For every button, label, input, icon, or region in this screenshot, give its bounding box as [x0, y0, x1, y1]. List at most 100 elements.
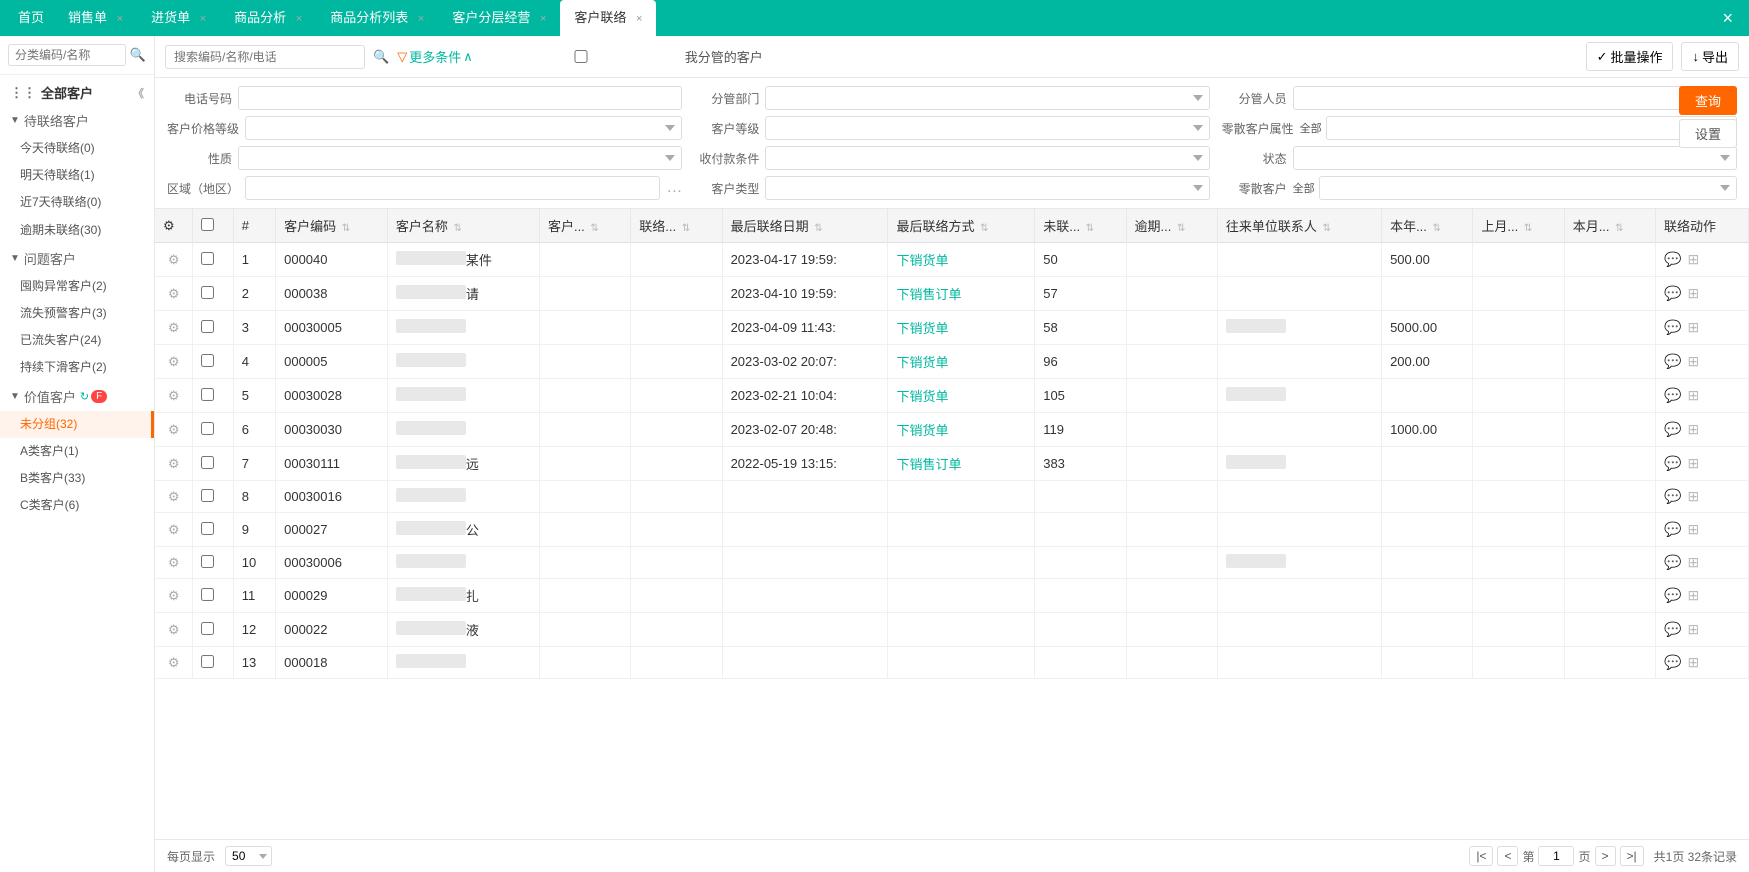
- row-settings[interactable]: ⚙: [155, 311, 193, 345]
- retail-attr-select[interactable]: [1326, 116, 1737, 140]
- message-icon[interactable]: 💬: [1664, 654, 1681, 671]
- row-checkbox[interactable]: [193, 647, 233, 679]
- row-settings[interactable]: ⚙: [155, 379, 193, 413]
- refresh-icon[interactable]: ↻: [80, 390, 89, 403]
- message-icon[interactable]: 💬: [1664, 521, 1681, 538]
- sidebar-item-class-a[interactable]: A类客户(1): [0, 438, 154, 465]
- row-select-checkbox[interactable]: [201, 588, 214, 601]
- prev-page-btn[interactable]: <: [1497, 846, 1518, 866]
- payment-select[interactable]: [765, 146, 1209, 170]
- tab-customer-contact[interactable]: 客户联络 ×: [560, 0, 656, 36]
- grid-action-icon[interactable]: ⊞: [1687, 353, 1699, 370]
- message-icon[interactable]: 💬: [1664, 285, 1681, 302]
- row-checkbox[interactable]: [193, 613, 233, 647]
- row-checkbox[interactable]: [193, 277, 233, 311]
- close-purchase-tab[interactable]: ×: [200, 13, 206, 25]
- row-settings[interactable]: ⚙: [155, 243, 193, 277]
- grid-action-icon[interactable]: ⊞: [1687, 319, 1699, 336]
- row-last-method[interactable]: [888, 579, 1035, 613]
- row-checkbox[interactable]: [193, 379, 233, 413]
- col-code[interactable]: 客户编码 ⇅: [276, 209, 388, 243]
- col-type[interactable]: 客户... ⇅: [539, 209, 630, 243]
- message-icon[interactable]: 💬: [1664, 319, 1681, 336]
- last-method-link[interactable]: 下销售订单: [896, 287, 961, 302]
- grid-action-icon[interactable]: ⊞: [1687, 421, 1699, 438]
- pending-section-title[interactable]: ▼ 待联络客户: [0, 106, 154, 135]
- row-last-method[interactable]: [888, 547, 1035, 579]
- last-method-link[interactable]: 下销售订单: [896, 457, 961, 472]
- sidebar-item-week-pending[interactable]: 近7天待联络(0): [0, 189, 154, 216]
- sidebar-item-abnormal[interactable]: 囤购异常客户(2): [0, 273, 154, 300]
- row-settings[interactable]: ⚙: [155, 413, 193, 447]
- grid-action-icon[interactable]: ⊞: [1687, 587, 1699, 604]
- customer-type-select[interactable]: [765, 176, 1209, 200]
- row-last-method[interactable]: 下销货单: [888, 413, 1035, 447]
- status-select[interactable]: [1293, 146, 1737, 170]
- phone-input[interactable]: [238, 86, 682, 110]
- grid-action-icon[interactable]: ⊞: [1687, 654, 1699, 671]
- price-grade-select[interactable]: [245, 116, 682, 140]
- row-settings[interactable]: ⚙: [155, 277, 193, 311]
- all-customers-group[interactable]: ⋮⋮ 全部客户 《: [0, 75, 154, 106]
- row-select-checkbox[interactable]: [201, 388, 214, 401]
- first-page-btn[interactable]: |<: [1469, 846, 1493, 866]
- my-customers-checkbox-label[interactable]: 我分管的客户: [481, 47, 763, 66]
- row-select-checkbox[interactable]: [201, 522, 214, 535]
- tab-customer-segment[interactable]: 客户分层经营 ×: [438, 0, 560, 36]
- row-checkbox[interactable]: [193, 579, 233, 613]
- col-name[interactable]: 客户名称 ⇅: [387, 209, 539, 243]
- sidebar-item-ungroup[interactable]: 未分组(32): [0, 411, 154, 438]
- row-checkbox[interactable]: [193, 345, 233, 379]
- col-last-method[interactable]: 最后联络方式 ⇅: [888, 209, 1035, 243]
- last-method-link[interactable]: 下销货单: [896, 253, 948, 268]
- row-checkbox[interactable]: [193, 243, 233, 277]
- last-page-btn[interactable]: >|: [1620, 846, 1644, 866]
- tab-sales[interactable]: 销售单 ×: [54, 0, 137, 36]
- col-this-year[interactable]: 本年... ⇅: [1382, 209, 1473, 243]
- col-unit-contact[interactable]: 往来单位联系人 ⇅: [1217, 209, 1381, 243]
- area-input[interactable]: [245, 176, 660, 200]
- more-conditions-btn[interactable]: ▽ 更多条件 ∧: [397, 47, 473, 66]
- row-settings[interactable]: ⚙: [155, 513, 193, 547]
- grid-action-icon[interactable]: ⊞: [1687, 521, 1699, 538]
- grid-action-icon[interactable]: ⊞: [1687, 621, 1699, 638]
- row-checkbox[interactable]: [193, 447, 233, 481]
- tab-analysis-list[interactable]: 商品分析列表 ×: [316, 0, 438, 36]
- tab-purchase[interactable]: 进货单 ×: [137, 0, 220, 36]
- problem-section-title[interactable]: ▼ 问题客户: [0, 244, 154, 273]
- row-settings[interactable]: ⚙: [155, 613, 193, 647]
- message-icon[interactable]: 💬: [1664, 421, 1681, 438]
- row-settings[interactable]: ⚙: [155, 345, 193, 379]
- col-settings[interactable]: ⚙: [155, 209, 193, 243]
- row-last-method[interactable]: 下销货单: [888, 311, 1035, 345]
- close-sales-tab[interactable]: ×: [117, 13, 123, 25]
- row-select-checkbox[interactable]: [201, 252, 214, 265]
- row-checkbox[interactable]: [193, 513, 233, 547]
- close-analysis-tab[interactable]: ×: [296, 13, 302, 25]
- col-contact[interactable]: 联络... ⇅: [631, 209, 722, 243]
- row-last-method[interactable]: 下销售订单: [888, 447, 1035, 481]
- dept-select[interactable]: [765, 86, 1209, 110]
- col-this-month[interactable]: 本月... ⇅: [1564, 209, 1655, 243]
- grid-action-icon[interactable]: ⊞: [1687, 554, 1699, 571]
- row-select-checkbox[interactable]: [201, 422, 214, 435]
- close-segment-tab[interactable]: ×: [540, 13, 546, 25]
- row-settings[interactable]: ⚙: [155, 547, 193, 579]
- close-analysis-list-tab[interactable]: ×: [418, 13, 424, 25]
- row-last-method[interactable]: [888, 481, 1035, 513]
- row-checkbox[interactable]: [193, 311, 233, 345]
- sidebar-item-churn-warning[interactable]: 流失预警客户(3): [0, 300, 154, 327]
- close-contact-tab[interactable]: ×: [636, 13, 642, 25]
- row-select-checkbox[interactable]: [201, 320, 214, 333]
- row-select-checkbox[interactable]: [201, 286, 214, 299]
- col-no-contact[interactable]: 未联... ⇅: [1035, 209, 1126, 243]
- sidebar-item-churned[interactable]: 已流失客户(24): [0, 327, 154, 354]
- gender-select[interactable]: [238, 146, 682, 170]
- row-last-method[interactable]: [888, 647, 1035, 679]
- search-icon[interactable]: 🔍: [373, 49, 389, 65]
- last-method-link[interactable]: 下销货单: [896, 321, 948, 336]
- col-checkbox[interactable]: [193, 209, 233, 243]
- sidebar-item-class-c[interactable]: C类客户(6): [0, 492, 154, 519]
- row-last-method[interactable]: [888, 613, 1035, 647]
- message-icon[interactable]: 💬: [1664, 387, 1681, 404]
